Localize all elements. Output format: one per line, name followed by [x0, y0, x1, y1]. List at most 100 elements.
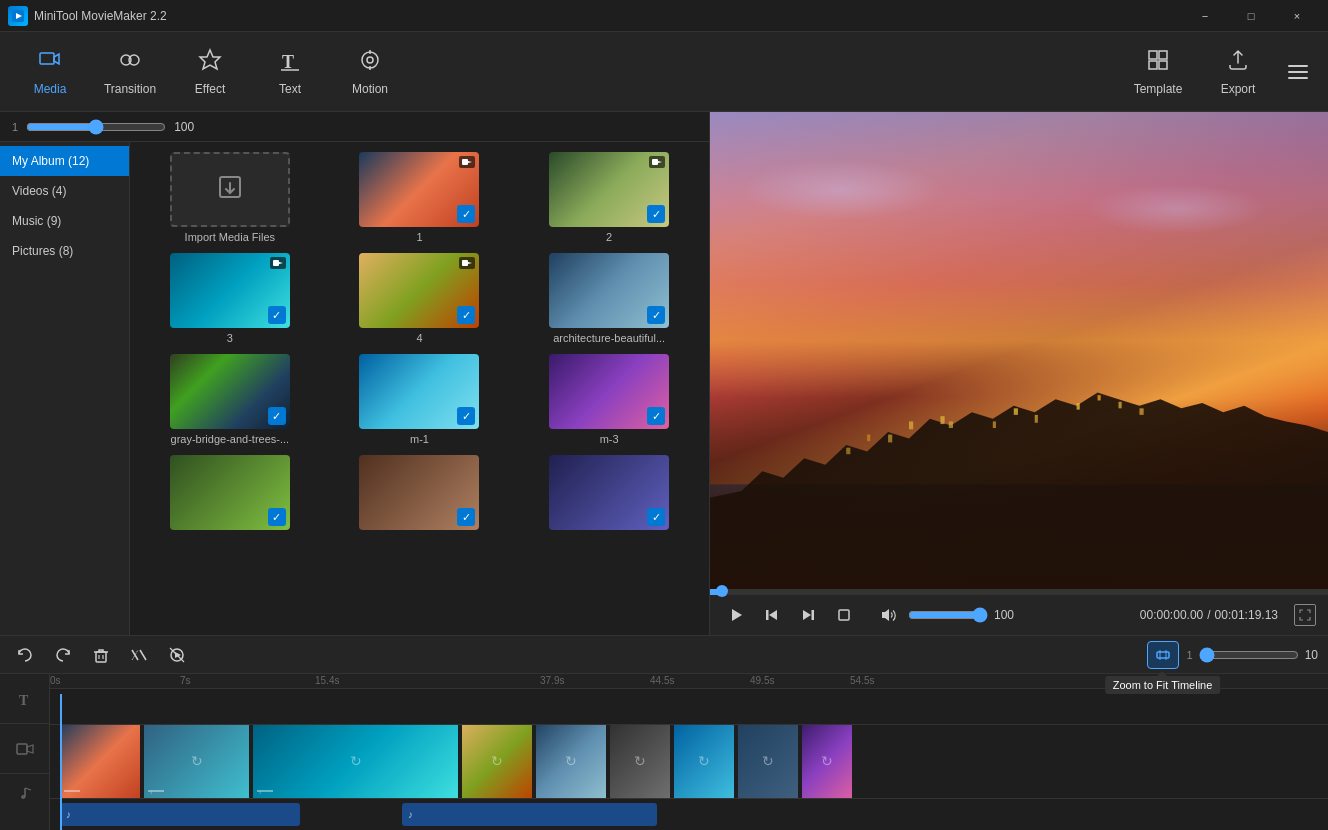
clip-4[interactable]: ↻: [462, 725, 532, 799]
title-bar: MiniTool MovieMaker 2.2 − □ ×: [0, 0, 1328, 32]
svg-rect-44: [812, 610, 815, 620]
media-item-m3[interactable]: ✓ m-3: [519, 354, 699, 445]
app-icon: [8, 6, 28, 26]
redo-button[interactable]: [48, 641, 78, 669]
clip-8[interactable]: ↻: [738, 725, 798, 799]
play-button[interactable]: [722, 601, 750, 629]
undo-button[interactable]: [10, 641, 40, 669]
svg-point-9: [367, 57, 373, 63]
hamburger-menu[interactable]: [1278, 37, 1318, 107]
svg-rect-56: [1157, 652, 1169, 658]
media-item-extra2[interactable]: ✓: [330, 455, 510, 530]
sidebar-item-pictures[interactable]: Pictures (8): [0, 236, 129, 266]
clip-9[interactable]: ↻: [802, 725, 852, 799]
media-thumb-2: ✓: [549, 152, 669, 227]
clip-6[interactable]: ↻: [610, 725, 670, 799]
toolbar-media[interactable]: Media: [10, 37, 90, 107]
svg-marker-26: [710, 392, 1328, 589]
progress-bar-container[interactable]: [710, 589, 1328, 595]
video-track[interactable]: ↻ ♪ ↻ ♪ ↻: [50, 725, 1328, 800]
stop-button[interactable]: [830, 601, 858, 629]
svg-line-62: [25, 788, 31, 790]
text-icon: T: [278, 48, 302, 78]
volume-value: 100: [994, 608, 1024, 622]
size-slider[interactable]: [26, 119, 166, 135]
zoom-fit-button[interactable]: Zoom to Fit Timeline: [1147, 641, 1179, 669]
svg-rect-14: [1149, 61, 1157, 69]
svg-marker-46: [882, 609, 889, 621]
clip-7[interactable]: ↻: [674, 725, 734, 799]
toolbar-export[interactable]: Export: [1198, 37, 1278, 107]
maximize-button[interactable]: □: [1228, 0, 1274, 32]
split-button[interactable]: [124, 641, 154, 669]
minimize-button[interactable]: −: [1182, 0, 1228, 32]
ruler-mark-545s: 54.5s: [850, 675, 874, 686]
ruler-mark-495s: 49.5s: [750, 675, 774, 686]
template-icon: [1146, 48, 1170, 78]
preview-panel: 100 00:00:00.00 / 00:01:19.13: [710, 112, 1328, 635]
svg-rect-60: [17, 744, 27, 754]
check-badge-m1: ✓: [457, 407, 475, 425]
media-item-extra1[interactable]: ✓: [140, 455, 320, 530]
delete-button[interactable]: [86, 641, 116, 669]
prev-frame-button[interactable]: [758, 601, 786, 629]
media-item-3[interactable]: ✓ 3: [140, 253, 320, 344]
volume-button[interactable]: [874, 601, 902, 629]
timeline-toolbar: Zoom to Fit Timeline 1 10: [0, 636, 1328, 674]
media-thumb-3: ✓: [170, 253, 290, 328]
svg-text:T: T: [282, 52, 294, 72]
svg-rect-31: [1119, 401, 1122, 408]
toolbar-template[interactable]: Template: [1118, 37, 1198, 107]
media-thumb-m1: ✓: [359, 354, 479, 429]
time-display: 00:00:00.00 / 00:01:19.13: [1140, 608, 1278, 622]
media-item-1[interactable]: ✓ 1: [330, 152, 510, 243]
clip-1-audio: [64, 786, 80, 797]
sidebar-item-my-album[interactable]: My Album (12): [0, 146, 129, 176]
zoom-slider[interactable]: [1199, 647, 1299, 663]
svg-rect-29: [1077, 403, 1080, 410]
sidebar-item-music[interactable]: Music (9): [0, 206, 129, 236]
toolbar-motion[interactable]: Motion: [330, 37, 410, 107]
toolbar: Media Transition Effect T Text: [0, 32, 1328, 112]
clip-5[interactable]: ↻: [536, 725, 606, 799]
sidebar-item-videos[interactable]: Videos (4): [0, 176, 129, 206]
media-item-bridge[interactable]: ✓ gray-bridge-and-trees-...: [140, 354, 320, 445]
audio-clip-1[interactable]: ♪: [60, 803, 300, 826]
volume-slider[interactable]: [908, 607, 988, 623]
media-item-extra3[interactable]: ✓: [519, 455, 699, 530]
template-label: Template: [1134, 82, 1183, 96]
media-item-arch[interactable]: ✓ architecture-beautiful...: [519, 253, 699, 344]
detach-audio-button[interactable]: [162, 641, 192, 669]
clip-3[interactable]: ↻ ♪: [253, 725, 458, 799]
media-item-m1[interactable]: ✓ m-1: [330, 354, 510, 445]
svg-marker-24: [468, 262, 472, 264]
toolbar-text[interactable]: T Text: [250, 37, 330, 107]
toolbar-transition[interactable]: Transition: [90, 37, 170, 107]
track-content-area: 0s 7s 15.4s 37.9s 44.5s 49.5s 54.5s 1.1m: [50, 674, 1328, 830]
toolbar-effect[interactable]: Effect: [170, 37, 250, 107]
cloud-1: [741, 160, 941, 220]
media-label-1: 1: [359, 231, 479, 243]
audio-track: ♪ ♪: [50, 799, 1328, 830]
media-thumb-arch: ✓: [549, 253, 669, 328]
svg-rect-32: [1139, 408, 1143, 415]
media-label-4: 4: [359, 332, 479, 344]
check-badge-arch: ✓: [647, 306, 665, 324]
clip-1[interactable]: [60, 725, 140, 799]
svg-rect-17: [462, 159, 468, 165]
media-label-bridge: gray-bridge-and-trees-...: [170, 433, 290, 445]
progress-knob[interactable]: [716, 585, 728, 597]
svg-rect-19: [652, 159, 658, 165]
audio-clip-2[interactable]: ♪: [402, 803, 657, 826]
media-thumb-extra1: ✓: [170, 455, 290, 530]
ruler-mark-154s: 15.4s: [315, 675, 339, 686]
close-button[interactable]: ×: [1274, 0, 1320, 32]
fullscreen-button[interactable]: [1294, 604, 1316, 626]
clip-2[interactable]: ↻ ♪: [144, 725, 249, 799]
timeline-area: Zoom to Fit Timeline 1 10 T: [0, 635, 1328, 830]
next-frame-button[interactable]: [794, 601, 822, 629]
import-media-item[interactable]: Import Media Files: [140, 152, 320, 243]
media-item-2[interactable]: ✓ 2: [519, 152, 699, 243]
media-item-4[interactable]: ✓ 4: [330, 253, 510, 344]
media-label-m1: m-1: [359, 433, 479, 445]
